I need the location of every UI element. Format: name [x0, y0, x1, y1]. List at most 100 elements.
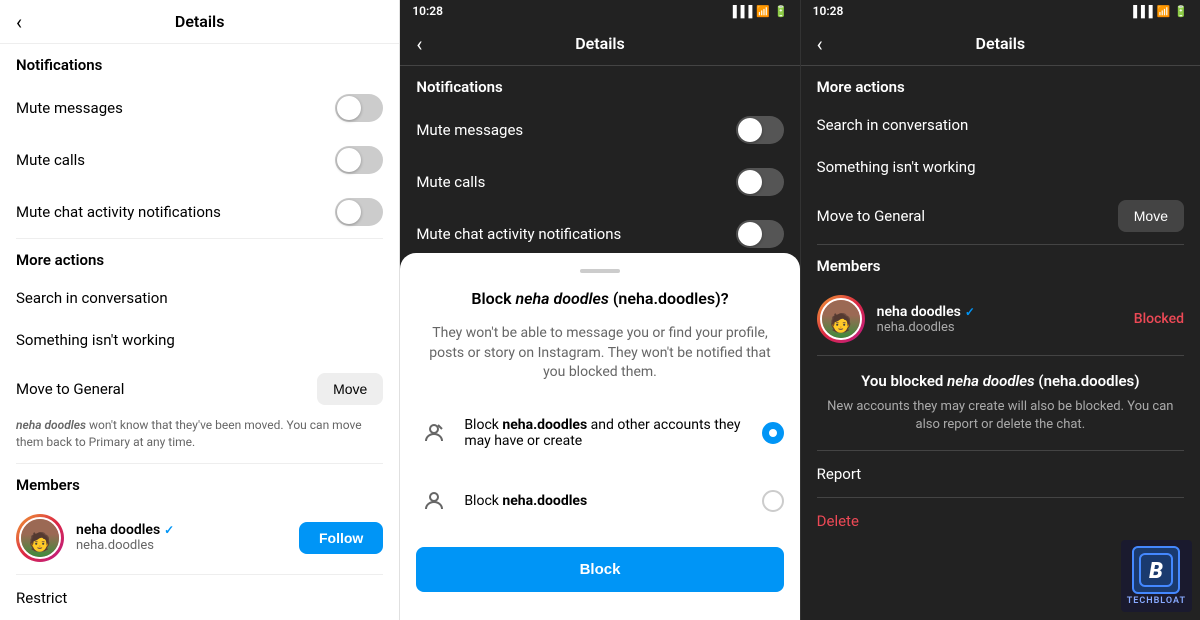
panel2-wifi-icon: 📶 — [756, 5, 770, 18]
panel2-option2[interactable]: Block neha.doodles — [400, 467, 799, 535]
panel2-modal-body: They won't be able to message you or fin… — [400, 324, 799, 399]
panel2-mute-calls-row: Mute calls — [400, 156, 799, 208]
panel1-title: Details — [175, 12, 225, 31]
panel1-mute-chat-toggle[interactable] — [335, 198, 383, 226]
panel1-restrict-link[interactable]: Restrict — [0, 575, 399, 620]
panel3-members-label: Members — [801, 245, 1200, 283]
panel2-signal-icon: ▐▐▐ — [729, 5, 752, 18]
panel2-mute-chat-label: Mute chat activity notifications — [416, 225, 621, 243]
panel2-option1[interactable]: Block neha.doodles and other accounts th… — [400, 399, 799, 467]
panel1-search-label: Search in conversation — [16, 289, 168, 307]
panel2-option1-icon — [416, 415, 452, 451]
panel1-member-name: neha doodles ✓ — [76, 522, 287, 538]
panel3-title: Details — [976, 34, 1026, 53]
watermark: B TECHBLOAT — [1121, 540, 1192, 612]
panel3-status-bar: 10:28 ▐▐▐ 📶 🔋 — [801, 0, 1200, 22]
panel2-battery-icon: 🔋 — [774, 5, 788, 18]
panel3-blocked-message: You blocked neha doodles (neha.doodles) … — [801, 356, 1200, 450]
panel3-time: 10:28 — [813, 4, 844, 18]
panel1-avatar-inner: 🧑 — [19, 517, 61, 559]
panel2-header: ‹ Details — [400, 22, 799, 66]
panel1-mute-chat-label: Mute chat activity notifications — [16, 203, 221, 221]
panel3-more-actions-label: More actions — [801, 66, 1200, 104]
watermark-logo-icon: B — [1132, 546, 1180, 594]
panel1-mute-messages-label: Mute messages — [16, 99, 123, 117]
panel2-block-button[interactable]: Block — [416, 547, 783, 592]
panel2-modal-title: Block neha doodles (neha.doodles)? — [400, 289, 799, 324]
panel1-hint-text: neha doodles won't know that they've bee… — [0, 417, 399, 463]
watermark-box: B TECHBLOAT — [1121, 540, 1192, 612]
panel2-option2-radio[interactable] — [762, 490, 784, 512]
panel2-back-button[interactable]: ‹ — [416, 32, 422, 56]
panel1-mute-calls-toggle[interactable] — [335, 146, 383, 174]
panel2-title: Details — [575, 34, 625, 53]
panel2-block-modal: Block neha doodles (neha.doodles)? They … — [400, 253, 799, 620]
panel1-move-general-label: Move to General — [16, 380, 124, 398]
panel1-member-handle: neha.doodles — [76, 538, 287, 553]
panel-light: ‹ Details Notifications Mute messages Mu… — [0, 0, 400, 620]
panel-dark-block: 10:28 ▐▐▐ 📶 🔋 ‹ Details Notifications Mu… — [400, 0, 799, 620]
panel3-avatar-figure: 🧑 — [822, 300, 860, 338]
panel3-battery-icon: 🔋 — [1174, 5, 1188, 18]
panel3-member-handle: neha.doodles — [877, 320, 1122, 335]
panel2-notifications-label: Notifications — [400, 66, 799, 104]
panel3-avatar-inner: 🧑 — [820, 298, 862, 340]
watermark-brand-text: TECHBLOAT — [1127, 596, 1186, 606]
panel2-option2-text: Block neha.doodles — [464, 493, 749, 509]
panel2-modal-handle — [580, 269, 620, 273]
panel1-mute-chat-row: Mute chat activity notifications — [0, 186, 399, 238]
panel2-option1-text: Block neha.doodles and other accounts th… — [464, 417, 749, 449]
panel1-back-button[interactable]: ‹ — [16, 10, 22, 34]
panel3-avatar: 🧑 — [817, 295, 865, 343]
panel1-follow-button[interactable]: Follow — [299, 522, 383, 554]
panel3-blocked-body: New accounts they may create will also b… — [817, 398, 1184, 434]
panel3-delete-link[interactable]: Delete — [801, 498, 1200, 544]
panel2-option1-radio[interactable] — [762, 422, 784, 444]
panel3-search-label: Search in conversation — [817, 116, 969, 134]
panel2-option2-icon — [416, 483, 452, 519]
panel2-mute-chat-row: Mute chat activity notifications — [400, 208, 799, 260]
panel1-avatar: 🧑 — [16, 514, 64, 562]
panel2-mute-chat-toggle[interactable] — [736, 220, 784, 248]
panel1-verified-badge: ✓ — [164, 523, 174, 537]
panel1-members-label: Members — [0, 464, 399, 502]
panel3-blocked-title: You blocked neha doodles (neha.doodles) — [817, 372, 1184, 390]
panel3-something-wrong-label: Something isn't working — [817, 158, 976, 176]
panel3-report-link[interactable]: Report — [801, 451, 1200, 497]
panel3-move-general-row: Move to General Move — [801, 188, 1200, 244]
panel1-mute-messages-toggle[interactable] — [335, 94, 383, 122]
panel1-member-info: neha doodles ✓ neha.doodles — [76, 522, 287, 553]
panel3-signal-icon: ▐▐▐ — [1129, 5, 1152, 18]
panel2-mute-messages-label: Mute messages — [416, 121, 523, 139]
panel3-blocked-label: Blocked — [1134, 311, 1184, 327]
panel2-mute-messages-row: Mute messages — [400, 104, 799, 156]
panel3-status-icons: ▐▐▐ 📶 🔋 — [1129, 5, 1188, 18]
panel1-more-actions-label: More actions — [0, 239, 399, 277]
panel1-move-button[interactable]: Move — [317, 373, 383, 405]
panel3-move-button[interactable]: Move — [1118, 200, 1184, 232]
panel3-search-row[interactable]: Search in conversation — [801, 104, 1200, 146]
panel2-mute-calls-label: Mute calls — [416, 173, 485, 191]
panel3-header: ‹ Details — [801, 22, 1200, 66]
panel1-notifications-label: Notifications — [0, 44, 399, 82]
panel1-member-item: 🧑 neha doodles ✓ neha.doodles Follow — [0, 502, 399, 574]
panel3-member-name: neha doodles ✓ — [877, 304, 1122, 320]
panel2-status-bar: 10:28 ▐▐▐ 📶 🔋 — [400, 0, 799, 22]
panel1-something-wrong-row[interactable]: Something isn't working — [0, 319, 399, 361]
panel2-mute-messages-toggle[interactable] — [736, 116, 784, 144]
panel1-content: Notifications Mute messages Mute calls M… — [0, 44, 399, 620]
panel3-move-general-label: Move to General — [817, 207, 925, 225]
panel2-time: 10:28 — [412, 4, 443, 18]
panel3-back-button[interactable]: ‹ — [817, 32, 823, 56]
panel1-search-row[interactable]: Search in conversation — [0, 277, 399, 319]
panel-dark-blocked: 10:28 ▐▐▐ 📶 🔋 ‹ Details More actions Sea… — [800, 0, 1200, 620]
panel2-mute-calls-toggle[interactable] — [736, 168, 784, 196]
panel3-member-item: 🧑 neha doodles ✓ neha.doodles Blocked — [801, 283, 1200, 355]
panel1-avatar-figure: 🧑 — [21, 519, 59, 557]
panel3-something-wrong-row[interactable]: Something isn't working — [801, 146, 1200, 188]
panel3-verified-badge: ✓ — [965, 305, 975, 319]
panel1-something-wrong-label: Something isn't working — [16, 331, 175, 349]
panel1-mute-calls-label: Mute calls — [16, 151, 85, 169]
panel1-mute-calls-row: Mute calls — [0, 134, 399, 186]
panel3-content: More actions Search in conversation Some… — [801, 66, 1200, 620]
